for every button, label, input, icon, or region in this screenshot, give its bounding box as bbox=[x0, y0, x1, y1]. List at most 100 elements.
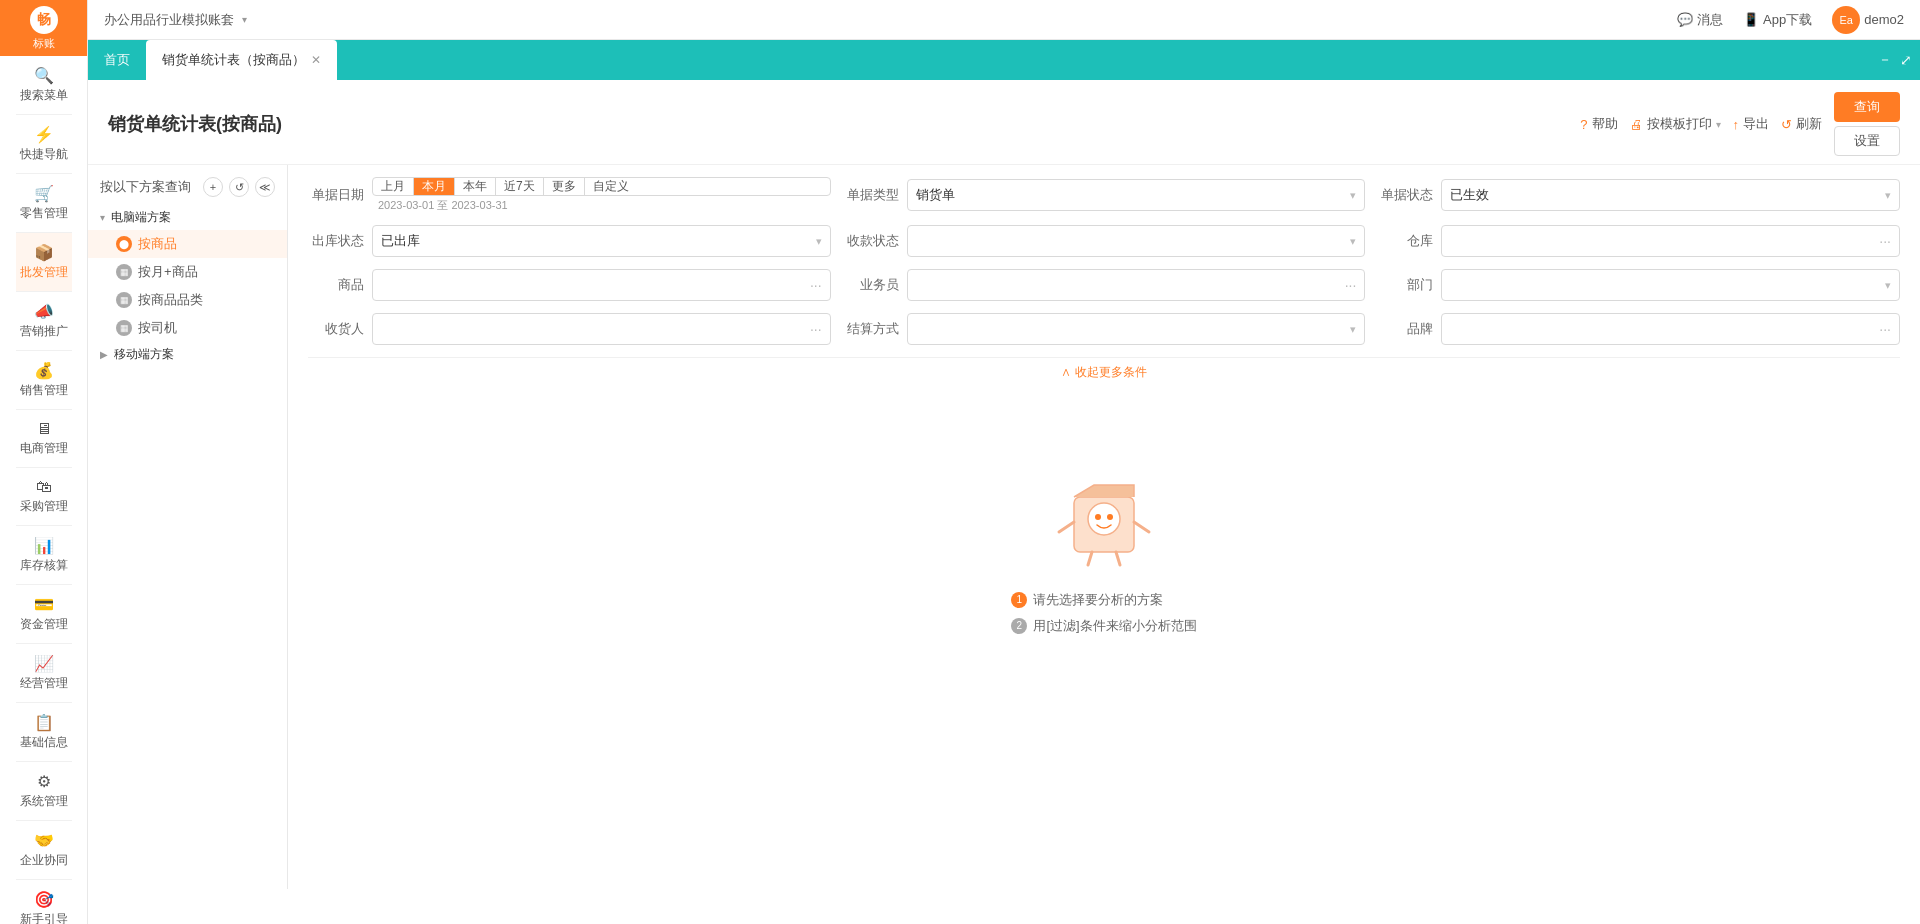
doc-type-control[interactable]: 销货单 ▾ bbox=[907, 179, 1366, 211]
sidebar-item-marketing[interactable]: 📣营销推广 bbox=[16, 292, 72, 351]
filter-date: 单据日期 上月 本月 本年 近7天 更多 自定义 2023-03-01 至 20… bbox=[308, 177, 831, 213]
query-button[interactable]: 查询 bbox=[1834, 92, 1900, 122]
svg-point-1 bbox=[1088, 503, 1120, 535]
collapse-bar[interactable]: ∧ 收起更多条件 bbox=[308, 357, 1900, 387]
warehouse-control[interactable]: ··· bbox=[1441, 225, 1900, 257]
svg-line-5 bbox=[1134, 522, 1149, 532]
tip-num-2: 2 bbox=[1011, 618, 1027, 634]
filter-row-2: 出库状态 已出库 ▾ 收款状态 ▾ 仓库 bbox=[308, 225, 1900, 257]
filter-doc-status: 单据状态 已生效 ▾ bbox=[1377, 179, 1900, 211]
by-category-icon: ▦ bbox=[116, 292, 132, 308]
salesperson-dots[interactable]: ··· bbox=[1345, 277, 1357, 293]
by-product-icon: ⬤ bbox=[116, 236, 132, 252]
consignee-control[interactable]: ··· bbox=[372, 313, 831, 345]
sidebar-item-finance[interactable]: 💳资金管理 bbox=[16, 585, 72, 644]
sidebar-item-ecommerce[interactable]: 🖥 电商管理 bbox=[16, 410, 72, 468]
industry-dropdown-icon[interactable]: ▾ bbox=[242, 14, 247, 25]
export-btn[interactable]: ↑ 导出 bbox=[1733, 115, 1770, 133]
scheme-category-mobile[interactable]: ▶ 移动端方案 bbox=[88, 342, 287, 367]
doc-type-label: 单据类型 bbox=[843, 186, 899, 204]
sidebar-item-search[interactable]: 🔍搜索菜单 bbox=[16, 56, 72, 115]
retail-icon: 🛒 bbox=[34, 184, 54, 203]
filter-row-3: 商品 ··· 业务员 ··· 部门 bbox=[308, 269, 1900, 301]
message-icon: 💬 bbox=[1677, 12, 1693, 27]
tab-minimize-icon[interactable]: － bbox=[1878, 51, 1892, 69]
svg-line-4 bbox=[1059, 522, 1074, 532]
date-tab-last-month[interactable]: 上月 bbox=[373, 178, 414, 195]
newbie-icon: 🎯 bbox=[34, 890, 54, 909]
warehouse-dots[interactable]: ··· bbox=[1879, 233, 1891, 249]
sidebar-label-ecommerce: 电商管理 bbox=[20, 440, 68, 457]
scheme-collapse-btn[interactable]: ≪ bbox=[255, 177, 275, 197]
user-menu[interactable]: Ea demo2 bbox=[1832, 6, 1904, 34]
app-logo[interactable]: 畅 标账 bbox=[0, 0, 88, 56]
settings-button[interactable]: 设置 bbox=[1834, 126, 1900, 156]
filter-department: 部门 ▾ bbox=[1377, 269, 1900, 301]
doc-status-control[interactable]: 已生效 ▾ bbox=[1441, 179, 1900, 211]
scheme-item-by-month-product[interactable]: ▦ 按月+商品 bbox=[88, 258, 287, 286]
payment-status-dropdown-icon: ▾ bbox=[1350, 235, 1356, 248]
refresh-btn[interactable]: ↺ 刷新 bbox=[1781, 115, 1822, 133]
department-control[interactable]: ▾ bbox=[1441, 269, 1900, 301]
filter-doc-type: 单据类型 销货单 ▾ bbox=[843, 179, 1366, 211]
doc-status-value: 已生效 bbox=[1450, 186, 1489, 204]
filter-row-1: 单据日期 上月 本月 本年 近7天 更多 自定义 2023-03-01 至 20… bbox=[308, 177, 1900, 213]
tab-report[interactable]: 销货单统计表（按商品） ✕ bbox=[146, 40, 337, 80]
scheme-item-by-cashier[interactable]: ▦ 按司机 bbox=[88, 314, 287, 342]
sidebar-item-purchase[interactable]: 🛍采购管理 bbox=[16, 468, 72, 526]
print-btn[interactable]: 🖨 按模板打印 ▾ bbox=[1630, 115, 1721, 133]
sidebar-item-operation[interactable]: 📈经营管理 bbox=[16, 644, 72, 703]
sidebar-item-basic[interactable]: 📋基础信息 bbox=[16, 703, 72, 762]
app-download-btn[interactable]: 📱 App下载 bbox=[1743, 11, 1812, 29]
svg-line-7 bbox=[1116, 552, 1120, 565]
sidebar-item-system[interactable]: ⚙系统管理 bbox=[16, 762, 72, 821]
ecommerce-icon: 🖥 bbox=[36, 420, 52, 438]
sidebar-item-quick-nav[interactable]: ⚡快捷导航 bbox=[16, 115, 72, 174]
date-tab-7days[interactable]: 近7天 bbox=[496, 178, 544, 195]
tab-home[interactable]: 首页 bbox=[88, 40, 146, 80]
out-status-dropdown-icon: ▾ bbox=[816, 235, 822, 248]
product-control[interactable]: ··· bbox=[372, 269, 831, 301]
help-btn[interactable]: ? 帮助 bbox=[1580, 115, 1617, 133]
scheme-refresh-btn[interactable]: ↺ bbox=[229, 177, 249, 197]
date-tab-this-month[interactable]: 本月 bbox=[414, 178, 455, 195]
sidebar-label-wholesale: 批发管理 bbox=[20, 264, 68, 281]
tab-expand-icon[interactable]: ⤢ bbox=[1900, 52, 1912, 68]
date-tab-custom[interactable]: 自定义 bbox=[585, 178, 637, 195]
sidebar-label-search: 搜索菜单 bbox=[20, 87, 68, 104]
brand-dots[interactable]: ··· bbox=[1879, 321, 1891, 337]
payment-status-control[interactable]: ▾ bbox=[907, 225, 1366, 257]
sidebar-item-enterprise[interactable]: 🤝 企业协同 bbox=[16, 821, 72, 880]
user-avatar: Ea bbox=[1832, 6, 1860, 34]
empty-tip-1: 1 请先选择要分析的方案 bbox=[1011, 587, 1196, 613]
inventory-icon: 📊 bbox=[34, 536, 54, 555]
enterprise-icon: 🤝 bbox=[34, 831, 54, 850]
top-header: 办公用品行业模拟账套 ▾ 💬 消息 📱 App下载 Ea demo2 bbox=[88, 0, 1920, 40]
sidebar-item-retail[interactable]: 🛒零售管理 bbox=[16, 174, 72, 233]
sidebar-label-enterprise: 企业协同 bbox=[20, 852, 68, 869]
empty-tips: 1 请先选择要分析的方案 2 用[过滤]条件来缩小分析范围 bbox=[1011, 587, 1196, 639]
sidebar-label-system: 系统管理 bbox=[20, 793, 68, 810]
sidebar-item-inventory[interactable]: 📊库存核算 bbox=[16, 526, 72, 585]
scheme-add-btn[interactable]: + bbox=[203, 177, 223, 197]
consignee-dots[interactable]: ··· bbox=[810, 321, 822, 337]
page-title: 销货单统计表(按商品) bbox=[108, 112, 282, 136]
message-btn[interactable]: 💬 消息 bbox=[1677, 11, 1723, 29]
sidebar-item-newbie[interactable]: 🎯新手引导 bbox=[16, 880, 72, 924]
date-tab-this-year[interactable]: 本年 bbox=[455, 178, 496, 195]
salesperson-control[interactable]: ··· bbox=[907, 269, 1366, 301]
out-status-control[interactable]: 已出库 ▾ bbox=[372, 225, 831, 257]
sidebar-item-wholesale[interactable]: 📦批发管理 bbox=[16, 233, 72, 292]
scheme-category-pc[interactable]: ▾ 电脑端方案 bbox=[88, 205, 287, 230]
scheme-item-by-product[interactable]: ⬤ 按商品 bbox=[88, 230, 287, 258]
download-icon: 📱 bbox=[1743, 12, 1759, 27]
settlement-control[interactable]: ▾ bbox=[907, 313, 1366, 345]
doc-status-dropdown-icon: ▾ bbox=[1885, 189, 1891, 202]
scheme-item-by-category[interactable]: ▦ 按商品品类 bbox=[88, 286, 287, 314]
industry-label: 办公用品行业模拟账套 bbox=[104, 11, 234, 29]
brand-control[interactable]: ··· bbox=[1441, 313, 1900, 345]
product-dots[interactable]: ··· bbox=[810, 277, 822, 293]
sidebar-item-sales[interactable]: 💰销售管理 bbox=[16, 351, 72, 410]
tab-close-icon[interactable]: ✕ bbox=[311, 53, 321, 67]
date-tab-more[interactable]: 更多 bbox=[544, 178, 585, 195]
